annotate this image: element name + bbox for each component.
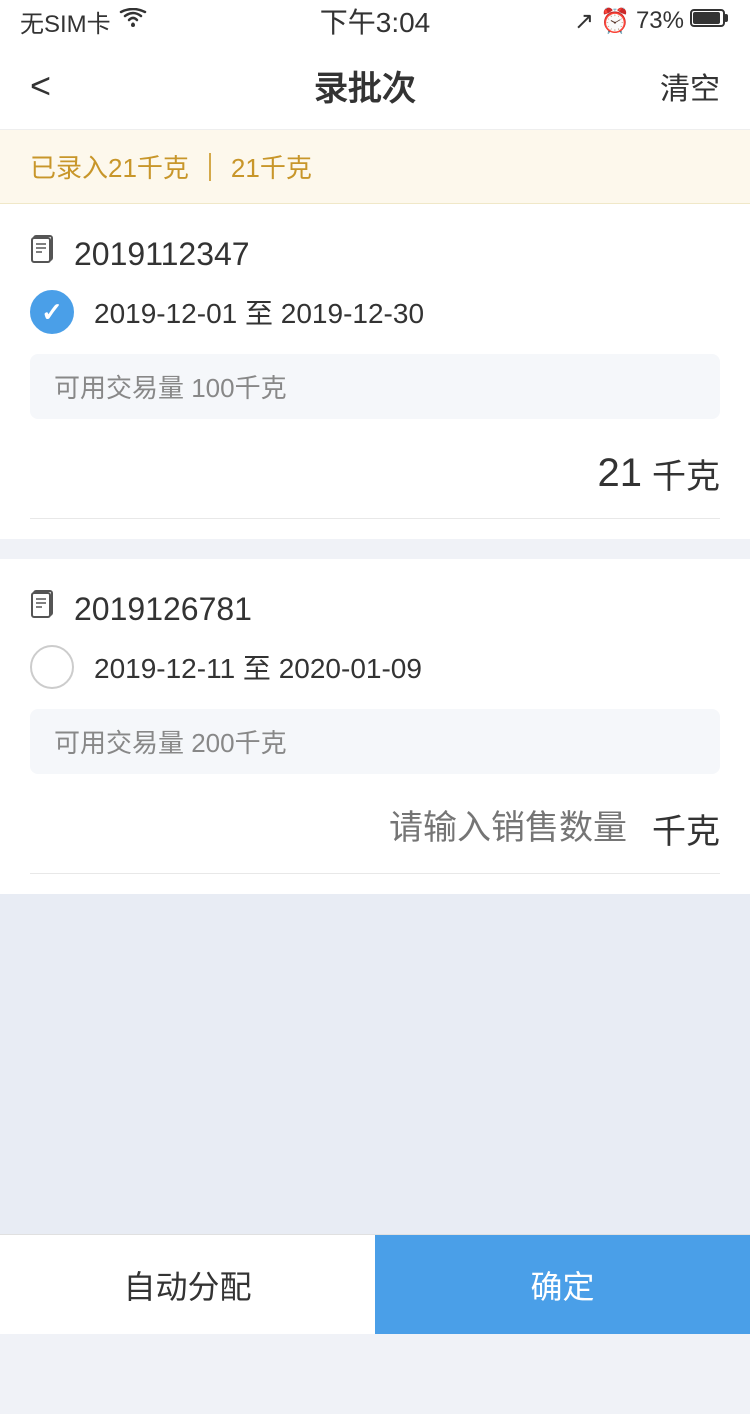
- page-title: 录批次: [314, 61, 416, 110]
- alarm-icon: ⏰: [600, 7, 630, 36]
- bottom-bar: 自动分配 确定: [0, 1234, 750, 1334]
- total-amount: 21千克: [231, 148, 312, 185]
- item-card-1: 2019112347 2019-12-01 至 2019-12-30 可用交易量…: [0, 204, 750, 539]
- nav-bar: < 录批次 清空: [0, 42, 750, 130]
- item-1-quantity: 21: [598, 451, 643, 496]
- sim-text: 无SIM卡: [20, 4, 111, 39]
- item-1-row: 2019-12-01 至 2019-12-30: [30, 290, 720, 334]
- info-banner: 已录入21千克 21千克: [0, 130, 750, 204]
- item-1-radio[interactable]: [30, 290, 74, 334]
- status-bar: 无SIM卡 下午3:04 ↗ ⏰ 73%: [0, 0, 750, 42]
- clear-button[interactable]: 清空: [640, 64, 720, 108]
- item-1-unit: 千克: [652, 449, 720, 498]
- item-2-input-row: 千克: [30, 794, 720, 874]
- card-separator-1: [0, 539, 750, 559]
- item-card-2: 2019126781 2019-12-11 至 2020-01-09 可用交易量…: [0, 559, 750, 894]
- location-icon: ↗: [574, 7, 594, 36]
- item-2-unit: 千克: [652, 804, 720, 853]
- back-button[interactable]: <: [30, 65, 90, 107]
- content-wrapper: 已录入21千克 21千克 2019112347 2019-12-01 至 201…: [0, 130, 750, 1414]
- item-2-header: 2019126781: [30, 589, 720, 629]
- item-1-header: 2019112347: [30, 234, 720, 274]
- item-2-date-range: 2019-12-11 至 2020-01-09: [94, 647, 422, 687]
- auto-distribute-button[interactable]: 自动分配: [0, 1235, 375, 1334]
- item-2-availability: 可用交易量 200千克: [30, 709, 720, 774]
- document-icon-1: [30, 234, 62, 274]
- battery-icon: [690, 7, 730, 35]
- status-bar-left: 无SIM卡: [20, 4, 147, 39]
- item-2-radio[interactable]: [30, 645, 74, 689]
- wifi-icon: [119, 7, 147, 35]
- item-1-id: 2019112347: [74, 236, 250, 273]
- status-bar-time: 下午3:04: [320, 1, 431, 41]
- item-1-availability: 可用交易量 100千克: [30, 354, 720, 419]
- confirm-button[interactable]: 确定: [375, 1235, 750, 1334]
- item-1-date-range: 2019-12-01 至 2019-12-30: [94, 292, 424, 332]
- status-bar-right: ↗ ⏰ 73%: [574, 7, 730, 36]
- item-2-row: 2019-12-11 至 2020-01-09: [30, 645, 720, 689]
- battery-percent: 73%: [636, 7, 684, 35]
- recorded-amount: 已录入21千克: [30, 148, 189, 185]
- document-icon-2: [30, 589, 62, 629]
- item-2-id: 2019126781: [74, 591, 252, 628]
- banner-divider: [209, 153, 211, 181]
- item-1-quantity-row: 21 千克: [30, 439, 720, 519]
- sale-quantity-input[interactable]: [30, 809, 642, 848]
